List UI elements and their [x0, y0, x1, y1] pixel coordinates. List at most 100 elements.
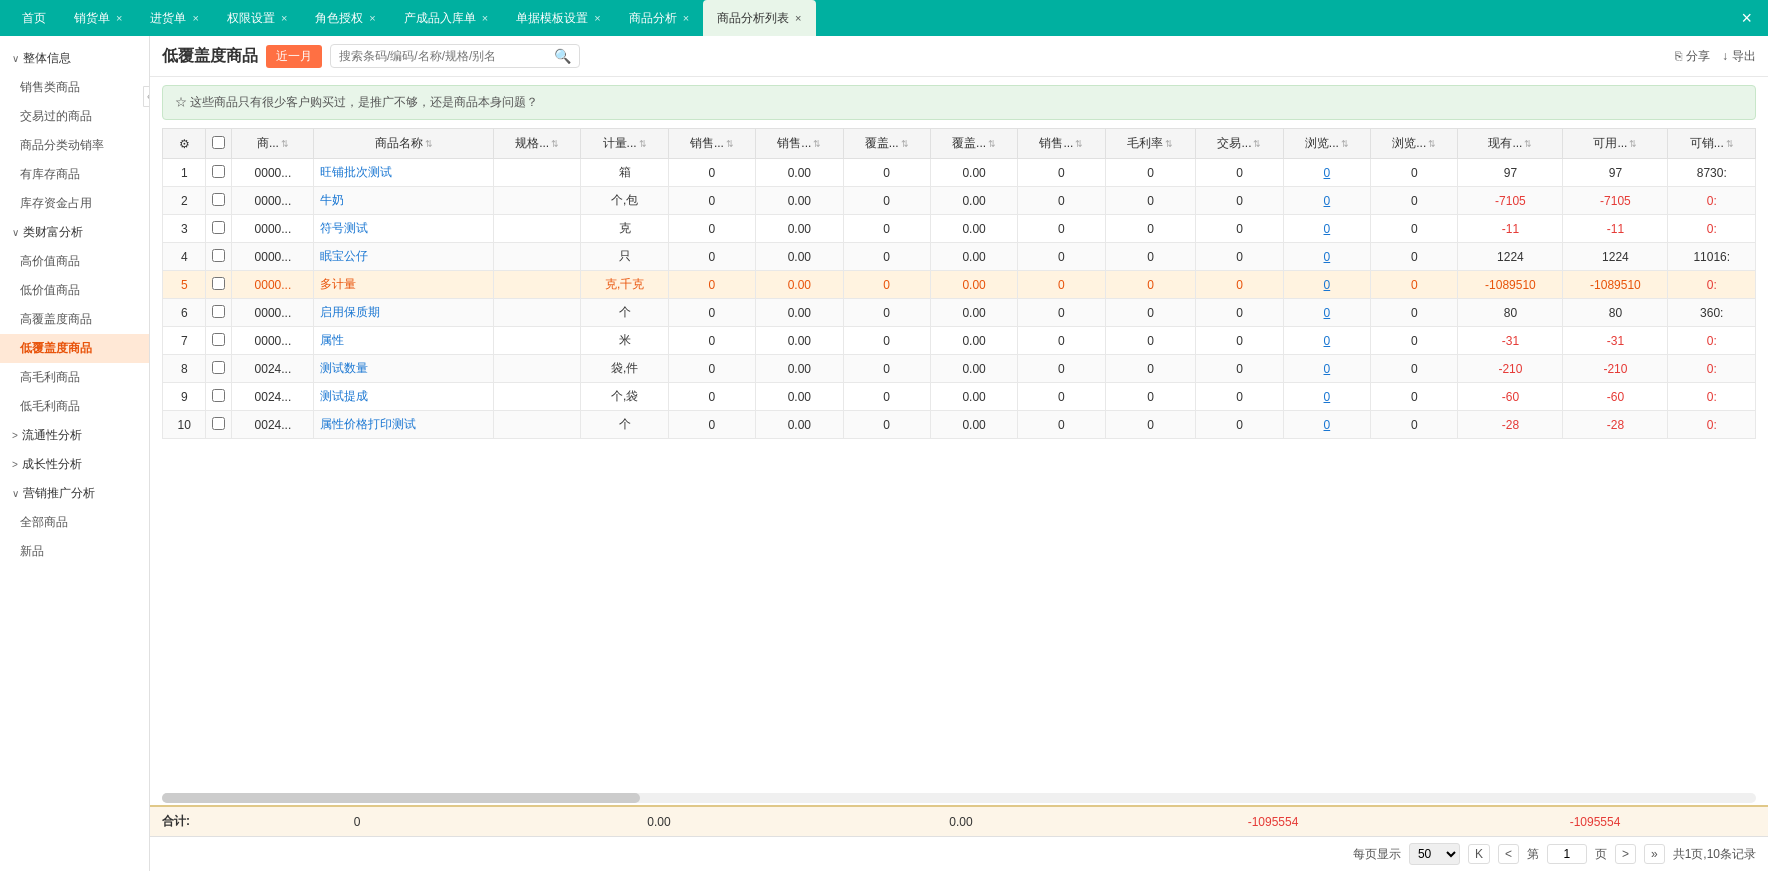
row-checkbox[interactable]	[206, 187, 232, 215]
nav-role[interactable]: 角色授权 ×	[301, 0, 389, 36]
row-view1[interactable]: 0	[1283, 411, 1370, 439]
row-checkbox[interactable]	[206, 383, 232, 411]
nav-template[interactable]: 单据模板设置 ×	[502, 0, 614, 36]
row-select-checkbox[interactable]	[212, 221, 225, 234]
sidebar-section-overall[interactable]: ∨ 整体信息	[0, 44, 149, 73]
sidebar-item-capital-usage[interactable]: 库存资金占用	[0, 189, 149, 218]
unit-col-header[interactable]: 计量...⇅	[581, 129, 668, 159]
row-checkbox[interactable]	[206, 299, 232, 327]
search-input[interactable]	[339, 49, 554, 63]
nav-product-analysis-list[interactable]: 商品分析列表 ×	[703, 0, 815, 36]
first-page-button[interactable]: K	[1468, 844, 1490, 864]
sellable-col-header[interactable]: 可销...⇅	[1668, 129, 1756, 159]
sidebar-item-low-coverage[interactable]: 低覆盖度商品	[0, 334, 149, 363]
nav-product-analysis[interactable]: 商品分析 ×	[615, 0, 703, 36]
settings-col-header[interactable]: ⚙	[163, 129, 206, 159]
cover2-col-header[interactable]: 覆盖...⇅	[930, 129, 1017, 159]
sidebar-item-high-margin[interactable]: 高毛利商品	[0, 363, 149, 392]
row-select-checkbox[interactable]	[212, 361, 225, 374]
close-icon[interactable]: ×	[594, 12, 600, 24]
nav-home[interactable]: 首页	[8, 0, 60, 36]
row-select-checkbox[interactable]	[212, 333, 225, 346]
row-checkbox[interactable]	[206, 215, 232, 243]
select-all-checkbox[interactable]	[212, 136, 225, 149]
sidebar-item-new-goods[interactable]: 新品	[0, 537, 149, 566]
row-name[interactable]: 牛奶	[314, 187, 494, 215]
row-view1[interactable]: 0	[1283, 271, 1370, 299]
row-name[interactable]: 启用保质期	[314, 299, 494, 327]
next-page-button[interactable]: >	[1615, 844, 1636, 864]
row-checkbox[interactable]	[206, 271, 232, 299]
close-icon[interactable]: ×	[482, 12, 488, 24]
close-icon[interactable]: ×	[116, 12, 122, 24]
row-view1[interactable]: 0	[1283, 383, 1370, 411]
sidebar-section-marketing[interactable]: ∨ 营销推广分析	[0, 479, 149, 508]
close-icon[interactable]: ×	[795, 12, 801, 24]
row-name[interactable]: 旺铺批次测试	[314, 159, 494, 187]
page-number-input[interactable]	[1547, 844, 1587, 864]
sales-count-col-header[interactable]: 销售...⇅	[668, 129, 755, 159]
row-name[interactable]: 属性价格打印测试	[314, 411, 494, 439]
sidebar-item-sales-goods[interactable]: 销售类商品	[0, 73, 149, 102]
row-view1[interactable]: 0	[1283, 215, 1370, 243]
row-name[interactable]: 多计量	[314, 271, 494, 299]
sidebar-item-all-goods[interactable]: 全部商品	[0, 508, 149, 537]
current-stock-col-header[interactable]: 现有...⇅	[1458, 129, 1563, 159]
checkbox-col-header[interactable]	[206, 129, 232, 159]
transaction-col-header[interactable]: 交易...⇅	[1196, 129, 1283, 159]
close-icon[interactable]: ×	[281, 12, 287, 24]
sidebar-item-stocked-goods[interactable]: 有库存商品	[0, 160, 149, 189]
share-button[interactable]: ⎘ 分享	[1675, 48, 1710, 65]
spec-col-header[interactable]: 规格...⇅	[494, 129, 581, 159]
sidebar-item-high-value[interactable]: 高价值商品	[0, 247, 149, 276]
nav-purchase[interactable]: 进货单 ×	[136, 0, 212, 36]
row-checkbox[interactable]	[206, 327, 232, 355]
sidebar-item-category-rate[interactable]: 商品分类动销率	[0, 131, 149, 160]
row-select-checkbox[interactable]	[212, 277, 225, 290]
sidebar-section-wealth[interactable]: ∨ 类财富分析	[0, 218, 149, 247]
available-col-header[interactable]: 可用...⇅	[1563, 129, 1668, 159]
row-select-checkbox[interactable]	[212, 193, 225, 206]
row-view1[interactable]: 0	[1283, 187, 1370, 215]
sidebar-section-growth[interactable]: > 成长性分析	[0, 450, 149, 479]
sales3-col-header[interactable]: 销售...⇅	[1018, 129, 1105, 159]
row-checkbox[interactable]	[206, 355, 232, 383]
row-checkbox[interactable]	[206, 411, 232, 439]
close-icon[interactable]: ×	[369, 12, 375, 24]
close-icon[interactable]: ×	[683, 12, 689, 24]
margin-col-header[interactable]: 毛利率⇅	[1105, 129, 1196, 159]
page-size-select[interactable]: 50 100 200	[1409, 843, 1460, 865]
row-select-checkbox[interactable]	[212, 165, 225, 178]
sidebar-item-high-coverage[interactable]: 高覆盖度商品	[0, 305, 149, 334]
name-col-header[interactable]: 商品名称⇅	[314, 129, 494, 159]
sidebar-section-flow[interactable]: > 流通性分析	[0, 421, 149, 450]
row-view1[interactable]: 0	[1283, 355, 1370, 383]
view1-col-header[interactable]: 浏览...⇅	[1283, 129, 1370, 159]
scrollbar-thumb[interactable]	[162, 793, 640, 803]
time-filter-button[interactable]: 近一月	[266, 45, 322, 68]
cover1-col-header[interactable]: 覆盖...⇅	[843, 129, 930, 159]
last-page-button[interactable]: »	[1644, 844, 1665, 864]
row-view1[interactable]: 0	[1283, 327, 1370, 355]
row-view1[interactable]: 0	[1283, 243, 1370, 271]
sidebar-item-traded-goods[interactable]: 交易过的商品	[0, 102, 149, 131]
sidebar-collapse-button[interactable]: «	[143, 86, 150, 107]
nav-finished-goods[interactable]: 产成品入库单 ×	[390, 0, 502, 36]
row-select-checkbox[interactable]	[212, 417, 225, 430]
row-checkbox[interactable]	[206, 243, 232, 271]
export-button[interactable]: ↓ 导出	[1722, 48, 1756, 65]
prev-page-button[interactable]: <	[1498, 844, 1519, 864]
row-checkbox[interactable]	[206, 159, 232, 187]
row-select-checkbox[interactable]	[212, 389, 225, 402]
row-name[interactable]: 属性	[314, 327, 494, 355]
row-select-checkbox[interactable]	[212, 305, 225, 318]
row-name[interactable]: 测试提成	[314, 383, 494, 411]
view2-col-header[interactable]: 浏览...⇅	[1371, 129, 1458, 159]
row-view1[interactable]: 0	[1283, 299, 1370, 327]
sales-amount-col-header[interactable]: 销售...⇅	[756, 129, 843, 159]
row-name[interactable]: 测试数量	[314, 355, 494, 383]
row-name[interactable]: 符号测试	[314, 215, 494, 243]
window-close-button[interactable]: ×	[1733, 8, 1760, 29]
close-icon[interactable]: ×	[192, 12, 198, 24]
code-col-header[interactable]: 商...⇅	[232, 129, 314, 159]
